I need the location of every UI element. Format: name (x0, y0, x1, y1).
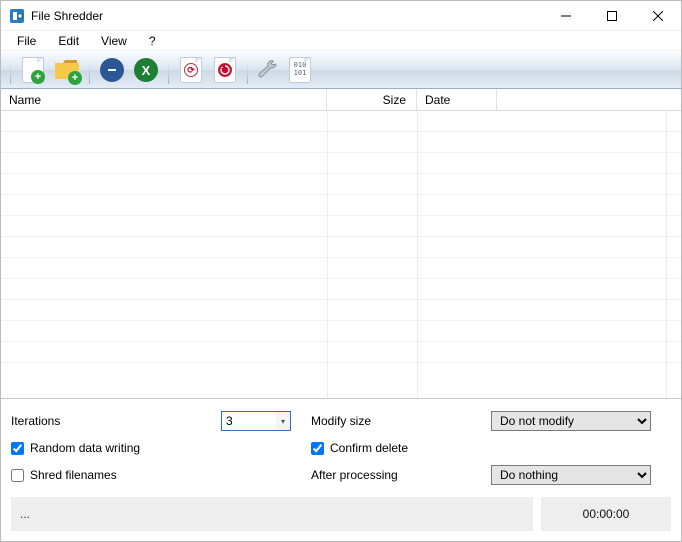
menu-help[interactable]: ? (141, 32, 164, 50)
excel-icon: X (134, 58, 158, 82)
settings-button[interactable] (255, 57, 281, 83)
refresh-all-button[interactable] (210, 55, 240, 85)
after-processing-select[interactable]: Do nothing (491, 465, 651, 485)
remove-button[interactable] (97, 55, 127, 85)
window-title: File Shredder (31, 9, 103, 23)
modify-size-label: Modify size (311, 414, 491, 428)
col-name[interactable]: Name (1, 89, 327, 110)
random-data-checkbox[interactable] (11, 442, 24, 455)
status-text: ... (11, 497, 533, 531)
shred-filenames-checkbox[interactable] (11, 469, 24, 482)
shred-filenames-label: Shred filenames (30, 468, 117, 482)
refresh-all-icon (214, 57, 236, 83)
table-body[interactable] (1, 111, 681, 398)
titlebar: File Shredder (1, 1, 681, 31)
wrench-icon (256, 58, 280, 82)
random-data-label: Random data writing (30, 441, 140, 455)
binary-button[interactable]: 010101 (285, 55, 315, 85)
menu-view[interactable]: View (93, 32, 135, 50)
add-folder-button[interactable]: + (52, 55, 82, 85)
excel-button[interactable]: X (131, 55, 161, 85)
col-size[interactable]: Size (327, 89, 417, 110)
confirm-delete-checkbox[interactable] (311, 442, 324, 455)
minimize-button[interactable] (543, 1, 589, 31)
after-processing-label: After processing (311, 468, 491, 482)
menu-file[interactable]: File (9, 32, 44, 50)
modify-size-select[interactable]: Do not modify (491, 411, 651, 431)
chevron-down-icon[interactable]: ▾ (276, 412, 290, 430)
maximize-button[interactable] (589, 1, 635, 31)
col-tail (497, 89, 681, 110)
table-header: Name Size Date (1, 89, 681, 111)
binary-icon: 010101 (289, 57, 311, 83)
iterations-label: Iterations (11, 414, 221, 428)
file-list: Name Size Date (1, 89, 681, 399)
app-icon (9, 8, 25, 24)
folder-icon: + (54, 58, 80, 83)
file-icon: + (22, 57, 44, 83)
options-panel: Iterations ▾ Modify size Do not modify R… (1, 399, 681, 541)
col-date[interactable]: Date (417, 89, 497, 110)
add-file-button[interactable]: + (18, 55, 48, 85)
refresh-button[interactable]: ⟳ (176, 55, 206, 85)
refresh-icon: ⟳ (180, 57, 202, 83)
confirm-delete-label: Confirm delete (330, 441, 408, 455)
menu-edit[interactable]: Edit (50, 32, 87, 50)
menubar: File Edit View ? (1, 31, 681, 51)
toolbar: + + X ⟳ (1, 51, 681, 89)
status-time: 00:00:00 (541, 497, 671, 531)
close-button[interactable] (635, 1, 681, 31)
minus-icon (100, 58, 124, 82)
